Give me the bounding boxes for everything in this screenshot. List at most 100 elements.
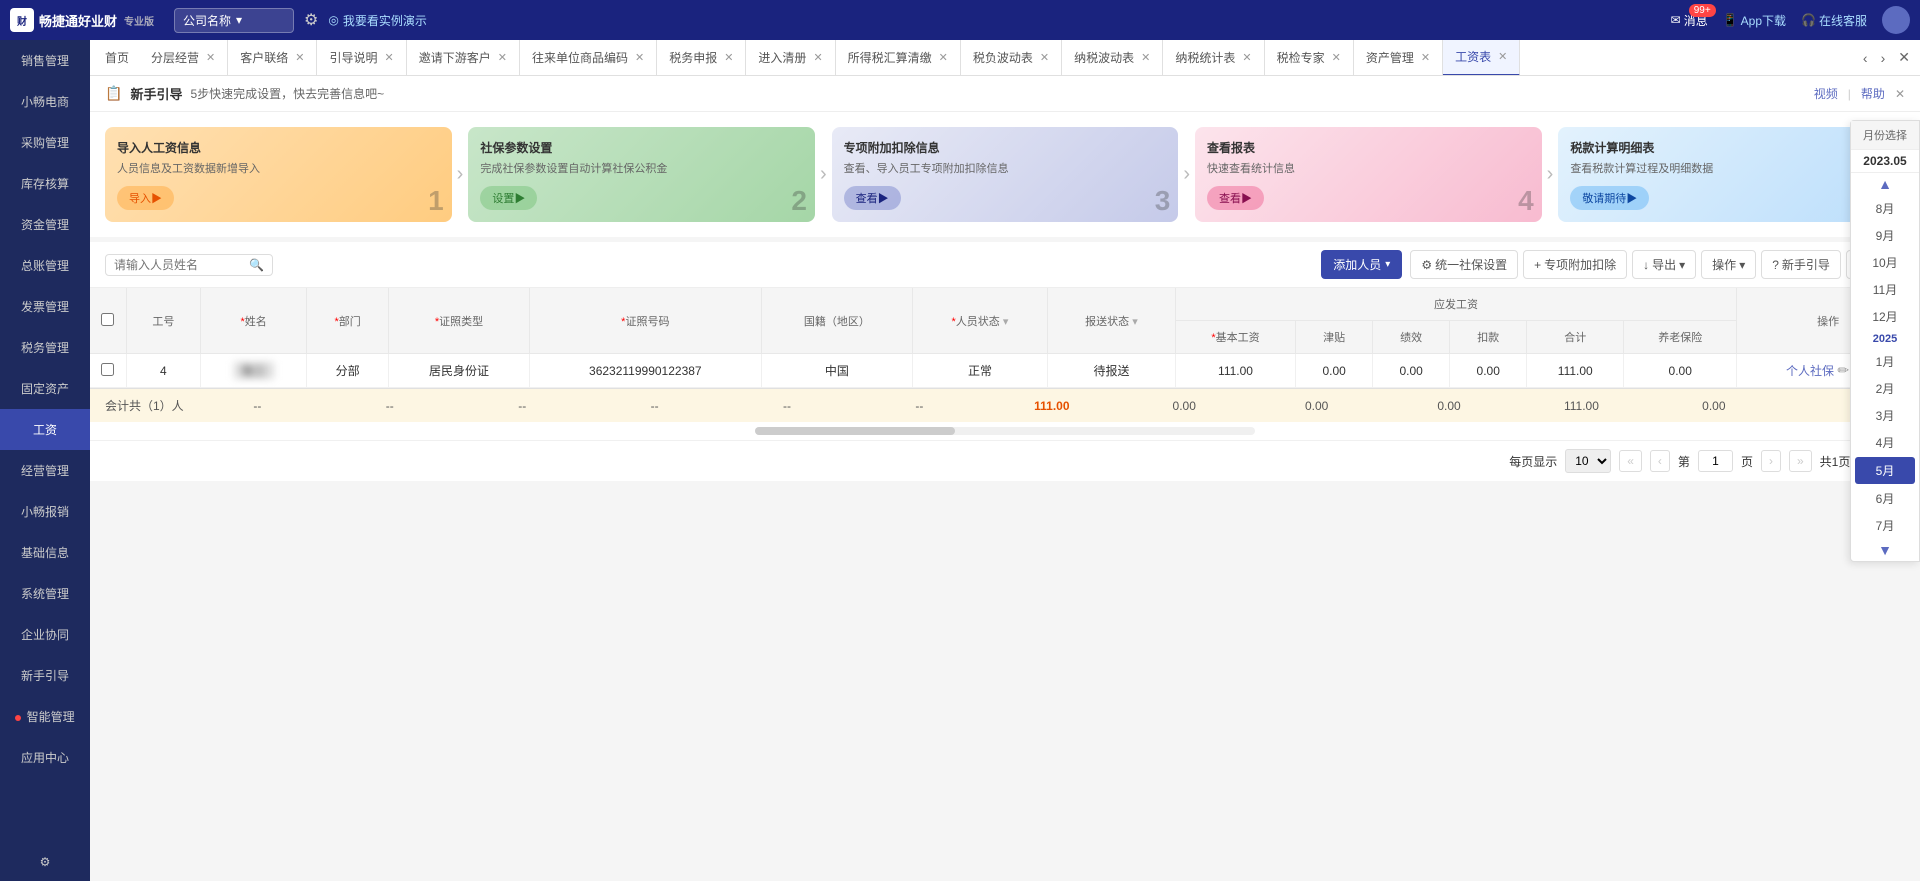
sidebar-item-inventory[interactable]: 库存核算: [0, 163, 90, 204]
step-2-button[interactable]: 设置▶: [480, 186, 537, 210]
sidebar-item-basic-info[interactable]: 基础信息: [0, 532, 90, 573]
sidebar-item-assets[interactable]: 固定资产: [0, 368, 90, 409]
tab-税检专家[interactable]: 税检专家 ✕: [1265, 40, 1354, 76]
month-item-10[interactable]: 10月: [1851, 249, 1919, 276]
tab-close-客户联络[interactable]: ✕: [295, 51, 304, 64]
month-item-11[interactable]: 11月: [1851, 276, 1919, 303]
export-button[interactable]: ↓ 导出 ▾: [1632, 250, 1696, 279]
scroll-track[interactable]: [755, 427, 1255, 435]
tab-home[interactable]: 首页: [95, 43, 139, 72]
month-item-12[interactable]: 12月: [1851, 303, 1919, 330]
tab-税负波动表[interactable]: 税负波动表 ✕: [961, 40, 1062, 76]
tab-next-button[interactable]: ›: [1876, 48, 1891, 68]
tab-工资表[interactable]: 工资表 ✕: [1443, 40, 1520, 76]
add-person-button[interactable]: 添加人员 ▾: [1321, 250, 1402, 279]
message-button[interactable]: ✉ 消息 99+: [1671, 12, 1708, 29]
step-5-button[interactable]: 敬请期待▶: [1570, 186, 1649, 210]
tab-所得税汇算清缴[interactable]: 所得税汇算清缴 ✕: [836, 40, 961, 76]
step-4-button[interactable]: 查看▶: [1207, 186, 1264, 210]
page-size-select[interactable]: 10 20 50: [1565, 449, 1611, 473]
tab-close-邀请下游客户[interactable]: ✕: [498, 51, 507, 64]
sidebar-item-finance[interactable]: 资金管理: [0, 204, 90, 245]
tab-close-税检专家[interactable]: ✕: [1332, 51, 1341, 64]
next-page-button[interactable]: ›: [1761, 450, 1781, 472]
month-item-1[interactable]: 1月: [1851, 348, 1919, 375]
tab-进入清册[interactable]: 进入清册 ✕: [746, 40, 835, 76]
filter-icon-2[interactable]: ▾: [1132, 316, 1138, 328]
month-down-button[interactable]: ▼: [1878, 542, 1892, 558]
tab-close-纳税统计表[interactable]: ✕: [1242, 51, 1251, 64]
sidebar-item-guide[interactable]: 新手引导: [0, 655, 90, 696]
month-up-button[interactable]: ▲: [1878, 176, 1892, 192]
tab-close-all-button[interactable]: ✕: [1893, 47, 1915, 68]
scroll-thumb[interactable]: [755, 427, 955, 435]
tab-往来单位商品编码[interactable]: 往来单位商品编码 ✕: [520, 40, 657, 76]
user-avatar[interactable]: [1882, 6, 1910, 34]
company-selector[interactable]: 公司名称 ▾: [174, 8, 294, 33]
tab-close-往来单位商品编码[interactable]: ✕: [635, 51, 644, 64]
sidebar-item-ledger[interactable]: 总账管理: [0, 245, 90, 286]
demo-link[interactable]: ◎ 我要看实例演示: [328, 12, 427, 29]
sidebar-item-system[interactable]: 系统管理: [0, 573, 90, 614]
tab-引导说明[interactable]: 引导说明 ✕: [317, 40, 406, 76]
guide-help-link[interactable]: 帮助: [1861, 85, 1885, 102]
tab-close-资产管理[interactable]: ✕: [1421, 51, 1430, 64]
horizontal-scrollbar[interactable]: [90, 422, 1920, 440]
sidebar-item-sales[interactable]: 销售管理: [0, 40, 90, 81]
tab-close-工资表[interactable]: ✕: [1498, 50, 1507, 63]
tab-分层经营[interactable]: 分层经营 ✕: [139, 40, 228, 76]
operations-button[interactable]: 操作 ▾: [1701, 250, 1756, 279]
month-item-3[interactable]: 3月: [1851, 402, 1919, 429]
sidebar-item-app-center[interactable]: 应用中心: [0, 737, 90, 778]
sidebar-item-ecommerce[interactable]: 小畅电商: [0, 81, 90, 122]
tab-close-进入清册[interactable]: ✕: [813, 51, 822, 64]
tab-纳税统计表[interactable]: 纳税统计表 ✕: [1163, 40, 1264, 76]
tab-邀请下游客户[interactable]: 邀请下游客户 ✕: [407, 40, 520, 76]
row-checkbox[interactable]: [101, 363, 114, 376]
sidebar-item-operations[interactable]: 经营管理: [0, 450, 90, 491]
filter-icon[interactable]: ▾: [1003, 316, 1009, 328]
tab-客户联络[interactable]: 客户联络 ✕: [228, 40, 317, 76]
tab-prev-button[interactable]: ‹: [1858, 48, 1873, 68]
tab-close-分层经营[interactable]: ✕: [206, 51, 215, 64]
tab-close-纳税波动表[interactable]: ✕: [1141, 51, 1150, 64]
guide-video-link[interactable]: 视频: [1814, 85, 1838, 102]
search-input[interactable]: [114, 258, 244, 272]
personal-social-security-button[interactable]: 个人社保: [1786, 362, 1834, 379]
first-page-button[interactable]: «: [1619, 450, 1642, 472]
sidebar-item-purchase[interactable]: 采购管理: [0, 122, 90, 163]
month-item-8[interactable]: 8月: [1851, 195, 1919, 222]
social-security-button[interactable]: ⚙ 统一社保设置: [1410, 250, 1518, 279]
online-service-button[interactable]: 🎧 在线客服: [1801, 12, 1867, 29]
edit-icon[interactable]: ✏: [1837, 362, 1849, 378]
step-1-button[interactable]: 导入▶: [117, 186, 174, 210]
tab-close-所得税汇算清缴[interactable]: ✕: [939, 51, 948, 64]
special-deduction-button[interactable]: + 专项附加扣除: [1523, 250, 1627, 279]
month-item-6[interactable]: 6月: [1851, 485, 1919, 512]
guide-close-button[interactable]: ✕: [1895, 87, 1905, 101]
tab-资产管理[interactable]: 资产管理 ✕: [1354, 40, 1443, 76]
settings-button[interactable]: ⚙: [304, 10, 318, 30]
search-wrap[interactable]: 🔍: [105, 254, 273, 276]
app-download-button[interactable]: 📱 App下载: [1723, 12, 1786, 29]
sidebar-item-cooperation[interactable]: 企业协同: [0, 614, 90, 655]
tab-close-引导说明[interactable]: ✕: [385, 51, 394, 64]
sidebar-item-settings[interactable]: ⚙: [0, 843, 90, 881]
sidebar-item-ai[interactable]: 智能管理: [0, 696, 90, 737]
sidebar-item-invoice[interactable]: 发票管理: [0, 286, 90, 327]
sidebar-item-expense[interactable]: 小畅报销: [0, 491, 90, 532]
month-item-7[interactable]: 7月: [1851, 512, 1919, 539]
tab-close-税务申报[interactable]: ✕: [724, 51, 733, 64]
tab-税务申报[interactable]: 税务申报 ✕: [657, 40, 746, 76]
select-all-checkbox[interactable]: [101, 313, 114, 326]
month-item-2[interactable]: 2月: [1851, 375, 1919, 402]
sidebar-item-payroll[interactable]: 工资: [0, 409, 90, 450]
tab-close-税负波动表[interactable]: ✕: [1040, 51, 1049, 64]
prev-page-button[interactable]: ‹: [1650, 450, 1670, 472]
current-page-input[interactable]: [1698, 450, 1733, 472]
month-item-4[interactable]: 4月: [1851, 429, 1919, 456]
last-page-button[interactable]: »: [1789, 450, 1812, 472]
month-item-9[interactable]: 9月: [1851, 222, 1919, 249]
step-3-button[interactable]: 查看▶: [844, 186, 901, 210]
tab-纳税波动表[interactable]: 纳税波动表 ✕: [1062, 40, 1163, 76]
